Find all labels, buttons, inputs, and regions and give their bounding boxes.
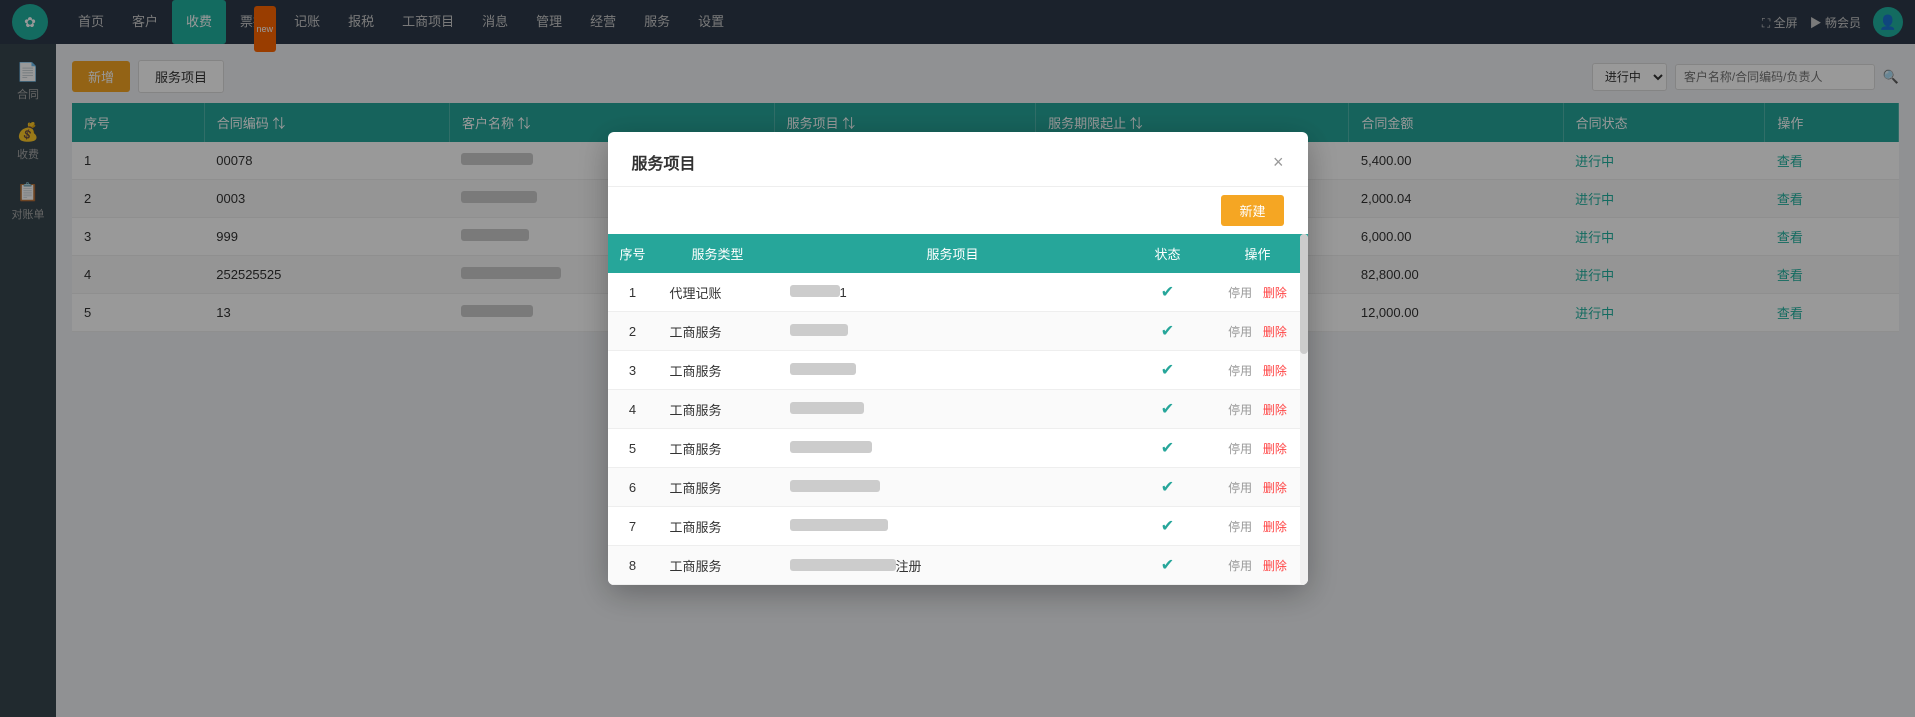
d-cell-ops: 停用 删除 [1208,468,1308,507]
disable-button[interactable]: 停用 [1228,559,1252,573]
scrollbar-track[interactable] [1300,234,1308,585]
disable-button[interactable]: 停用 [1228,403,1252,417]
d-cell-type: 工商服务 [658,390,778,429]
d-cell-ops: 停用 删除 [1208,507,1308,546]
d-cell-seq: 4 [608,390,658,429]
modal-overlay[interactable]: 服务项目 × 新建 序号 服务类型 服务项目 状态 操作 [0,0,1915,717]
d-col-status: 状态 [1128,234,1208,273]
d-cell-ops: 停用 删除 [1208,390,1308,429]
d-cell-status: ✔ [1128,507,1208,546]
delete-button[interactable]: 删除 [1263,559,1287,573]
scrollbar-thumb[interactable] [1300,234,1308,354]
disable-button[interactable]: 停用 [1228,364,1252,378]
d-cell-seq: 5 [608,429,658,468]
delete-button[interactable]: 删除 [1263,520,1287,534]
dialog-table-row: 4 工商服务 ✔ 停用 删除 [608,390,1308,429]
d-cell-item [778,390,1128,429]
disable-button[interactable]: 停用 [1228,520,1252,534]
d-cell-item: 注册 [778,546,1128,585]
delete-button[interactable]: 删除 [1263,403,1287,417]
d-cell-seq: 1 [608,273,658,312]
service-dialog: 服务项目 × 新建 序号 服务类型 服务项目 状态 操作 [608,132,1308,585]
dialog-header: 服务项目 × [608,132,1308,187]
dialog-table-row: 1 代理记账 1 ✔ 停用 删除 [608,273,1308,312]
d-cell-seq: 8 [608,546,658,585]
d-cell-item [778,429,1128,468]
d-cell-type: 工商服务 [658,546,778,585]
d-cell-seq: 2 [608,312,658,351]
dialog-toolbar: 新建 [608,187,1308,234]
d-cell-item [778,312,1128,351]
d-col-item: 服务项目 [778,234,1128,273]
dialog-table-wrapper[interactable]: 序号 服务类型 服务项目 状态 操作 1 代理记账 1 ✔ 停用 删除 [608,234,1308,585]
create-service-button[interactable]: 新建 [1221,195,1283,226]
dialog-table-row: 6 工商服务 ✔ 停用 删除 [608,468,1308,507]
d-cell-type: 工商服务 [658,351,778,390]
d-cell-status: ✔ [1128,273,1208,312]
dialog-table-row: 3 工商服务 ✔ 停用 删除 [608,351,1308,390]
d-cell-ops: 停用 删除 [1208,351,1308,390]
d-cell-status: ✔ [1128,390,1208,429]
dialog-title: 服务项目 [632,150,696,174]
close-button[interactable]: × [1273,153,1284,171]
d-col-type: 服务类型 [658,234,778,273]
d-cell-type: 工商服务 [658,429,778,468]
d-cell-type: 工商服务 [658,468,778,507]
d-cell-item [778,468,1128,507]
disable-button[interactable]: 停用 [1228,481,1252,495]
delete-button[interactable]: 删除 [1263,442,1287,456]
d-cell-status: ✔ [1128,468,1208,507]
d-cell-status: ✔ [1128,546,1208,585]
disable-button[interactable]: 停用 [1228,325,1252,339]
d-col-op: 操作 [1208,234,1308,273]
dialog-table-row: 8 工商服务 注册 ✔ 停用 删除 [608,546,1308,585]
d-cell-ops: 停用 删除 [1208,546,1308,585]
disable-button[interactable]: 停用 [1228,286,1252,300]
dialog-body: 序号 服务类型 服务项目 状态 操作 1 代理记账 1 ✔ 停用 删除 [608,234,1308,585]
d-cell-item [778,351,1128,390]
d-cell-type: 工商服务 [658,507,778,546]
dialog-table-row: 5 工商服务 ✔ 停用 删除 [608,429,1308,468]
disable-button[interactable]: 停用 [1228,442,1252,456]
d-cell-type: 工商服务 [658,312,778,351]
delete-button[interactable]: 删除 [1263,364,1287,378]
d-cell-seq: 7 [608,507,658,546]
d-cell-item: 1 [778,273,1128,312]
d-cell-seq: 6 [608,468,658,507]
dialog-table-row: 7 工商服务 ✔ 停用 删除 [608,507,1308,546]
d-cell-type: 代理记账 [658,273,778,312]
dialog-table-row: 2 工商服务 ✔ 停用 删除 [608,312,1308,351]
d-cell-seq: 3 [608,351,658,390]
delete-button[interactable]: 删除 [1263,325,1287,339]
delete-button[interactable]: 删除 [1263,286,1287,300]
d-cell-status: ✔ [1128,429,1208,468]
d-cell-status: ✔ [1128,351,1208,390]
d-col-seq: 序号 [608,234,658,273]
d-cell-ops: 停用 删除 [1208,312,1308,351]
d-cell-ops: 停用 删除 [1208,273,1308,312]
d-cell-item [778,507,1128,546]
dialog-header-row: 序号 服务类型 服务项目 状态 操作 [608,234,1308,273]
delete-button[interactable]: 删除 [1263,481,1287,495]
d-cell-status: ✔ [1128,312,1208,351]
d-cell-ops: 停用 删除 [1208,429,1308,468]
service-table: 序号 服务类型 服务项目 状态 操作 1 代理记账 1 ✔ 停用 删除 [608,234,1308,585]
